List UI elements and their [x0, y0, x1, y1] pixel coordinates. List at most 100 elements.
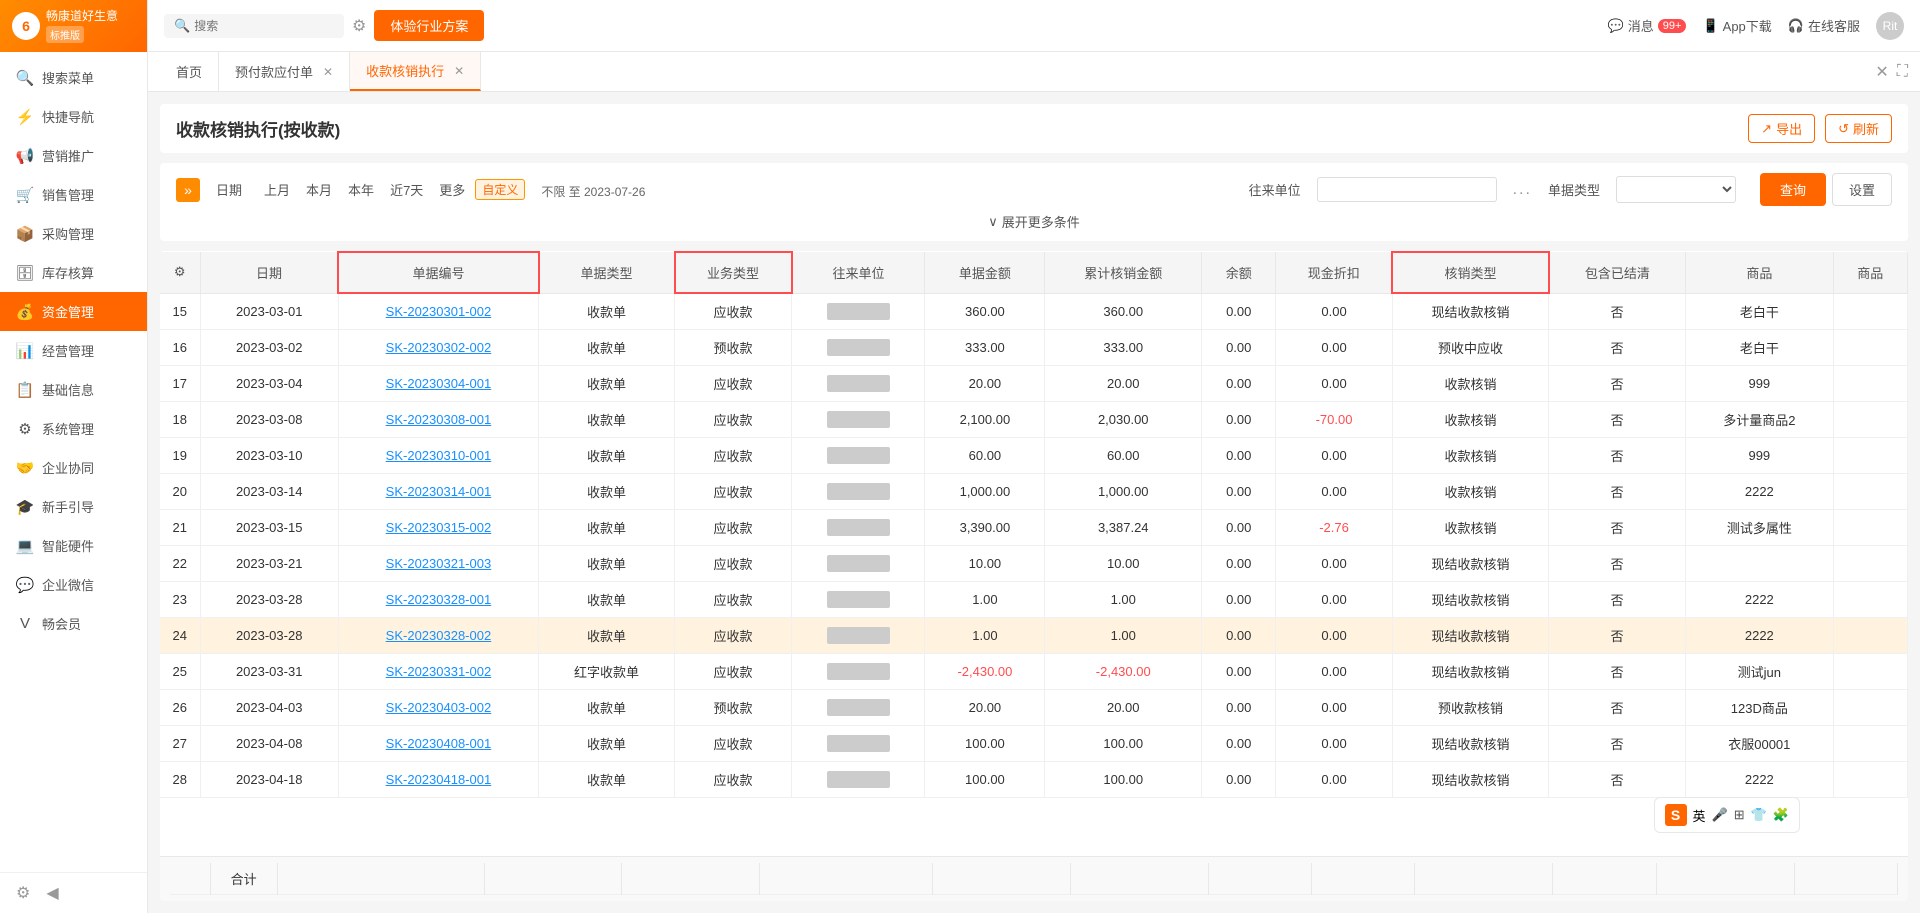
settings-button[interactable]: 设置	[1832, 173, 1892, 206]
col-voucher-no-val[interactable]: SK-20230302-002	[338, 330, 538, 366]
sidebar-item-guide[interactable]: 🎓新手引导	[0, 487, 147, 526]
col-voucher-no-val[interactable]: SK-20230304-001	[338, 366, 538, 402]
col-no: 23	[160, 582, 200, 618]
sidebar-item-operations[interactable]: 📊经营管理	[0, 331, 147, 370]
sidebar-item-finance[interactable]: 💰资金管理	[0, 292, 147, 331]
col-include-settled-val: 否	[1549, 654, 1686, 690]
user-avatar[interactable]: Rit	[1876, 12, 1904, 40]
col-counterpart-val: ██████	[792, 402, 925, 438]
sidebar-item-purchase[interactable]: 📦采购管理	[0, 214, 147, 253]
tab-expand-icon[interactable]: ⛶	[1897, 63, 1908, 81]
col-voucher-no-val[interactable]: SK-20230328-002	[338, 618, 538, 654]
sidebar-item-inventory[interactable]: 🗄库存核算	[0, 253, 147, 292]
col-voucher-type-val: 收款单	[539, 438, 675, 474]
col-cumulative-val: 360.00	[1045, 293, 1202, 330]
col-cumulative-val: 333.00	[1045, 330, 1202, 366]
col-include-settled-val: 否	[1549, 402, 1686, 438]
voucher-type-select[interactable]	[1616, 176, 1736, 203]
sidebar-item-enterprise[interactable]: 🤝企业协同	[0, 448, 147, 487]
settings-footer-icon[interactable]: ⚙	[16, 883, 30, 903]
table-wrapper[interactable]: ⚙ 日期 单据编号 单据类型 业务类型 往来单位 单据金额 累计核销金额 余额 …	[160, 251, 1908, 856]
date-buttons: 上月 本月 本年 近7天 更多 自定义	[258, 178, 525, 201]
col-goods2: 商品	[1833, 252, 1907, 293]
col-amount-val: 1,000.00	[925, 474, 1045, 510]
col-voucher-no-val[interactable]: SK-20230321-003	[338, 546, 538, 582]
col-voucher-type-val: 收款单	[539, 293, 675, 330]
online-service-item[interactable]: 🎧 在线客服	[1788, 16, 1860, 35]
expand-more-button[interactable]: ∨ 展开更多条件	[988, 212, 1080, 231]
sidebar-item-sales[interactable]: 🛒销售管理	[0, 175, 147, 214]
sidebar-item-wechat[interactable]: 💬企业微信	[0, 565, 147, 604]
table-row: 23 2023-03-28 SK-20230328-001 收款单 应收款 ██…	[160, 582, 1908, 618]
col-include-settled: 包含已结清	[1549, 252, 1686, 293]
table-footer: 合计	[160, 856, 1908, 901]
col-voucher-no-val[interactable]: SK-20230331-002	[338, 654, 538, 690]
col-amount-val: 1.00	[925, 582, 1045, 618]
sidebar-item-hardware[interactable]: 💻智能硬件	[0, 526, 147, 565]
sidebar-item-marketing[interactable]: 📢营销推广	[0, 136, 147, 175]
tab-home[interactable]: 首页	[160, 52, 219, 91]
sidebar-item-basics[interactable]: 📋基础信息	[0, 370, 147, 409]
col-voucher-no-val[interactable]: SK-20230314-001	[338, 474, 538, 510]
col-voucher-no-val[interactable]: SK-20230310-001	[338, 438, 538, 474]
col-goods1-val: 衣服00001	[1686, 726, 1833, 762]
col-balance-val: 0.00	[1202, 293, 1276, 330]
export-button[interactable]: ↗ 导出	[1748, 114, 1815, 143]
col-voucher-no-val[interactable]: SK-20230308-001	[338, 402, 538, 438]
col-voucher-no-val[interactable]: SK-20230315-002	[338, 510, 538, 546]
col-voucher-no-val[interactable]: SK-20230408-001	[338, 726, 538, 762]
col-voucher-type-val: 收款单	[539, 618, 675, 654]
date-7days[interactable]: 近7天	[384, 178, 429, 201]
marketing-icon: 📢	[16, 147, 34, 165]
col-voucher-no-val[interactable]: SK-20230301-002	[338, 293, 538, 330]
col-date-val: 2023-03-08	[200, 402, 338, 438]
col-cumulative-val: 20.00	[1045, 366, 1202, 402]
messages-item[interactable]: 💬 消息 99+	[1608, 16, 1687, 35]
topbar-search-input[interactable]	[194, 19, 324, 33]
date-this-month[interactable]: 本月	[300, 178, 338, 201]
filter-expand-button[interactable]: »	[176, 178, 200, 202]
col-biz-type-val: 应收款	[675, 474, 792, 510]
grid-icon[interactable]: ⊞	[1734, 807, 1745, 823]
topbar-left: 🔍 ⚙ 体验行业方案	[164, 10, 1596, 41]
counterpart-dots[interactable]: ...	[1513, 181, 1532, 199]
col-balance-val: 0.00	[1202, 654, 1276, 690]
mic-icon[interactable]: 🎤	[1712, 807, 1728, 823]
col-voucher-type-val: 红字收款单	[539, 654, 675, 690]
sidebar-item-member[interactable]: V畅会员	[0, 604, 147, 643]
col-date-val: 2023-03-01	[200, 293, 338, 330]
tab-close-all-icon[interactable]: ✕	[1875, 62, 1888, 82]
col-voucher-type-val: 收款单	[539, 330, 675, 366]
logo-icon: 6	[12, 12, 40, 40]
tab-collection-close-icon[interactable]: ✕	[454, 64, 464, 78]
sidebar-item-search[interactable]: 🔍搜索菜单	[0, 58, 147, 97]
topbar-gear-icon[interactable]: ⚙	[352, 16, 366, 36]
sidebar-item-system[interactable]: ⚙系统管理	[0, 409, 147, 448]
col-cumulative-val: 1.00	[1045, 582, 1202, 618]
col-biz-type-val: 应收款	[675, 726, 792, 762]
sidebar-item-quick[interactable]: ⚡快捷导航	[0, 97, 147, 136]
col-no: 21	[160, 510, 200, 546]
col-settings[interactable]: ⚙	[160, 252, 200, 293]
col-date-val: 2023-03-31	[200, 654, 338, 690]
tab-collection[interactable]: 收款核销执行 ✕	[350, 52, 481, 91]
solution-button[interactable]: 体验行业方案	[374, 10, 484, 41]
col-voucher-no-val[interactable]: SK-20230403-002	[338, 690, 538, 726]
collapse-icon[interactable]: ◀	[46, 883, 58, 903]
tab-prepay-close-icon[interactable]: ✕	[323, 65, 333, 79]
app-download-item[interactable]: 📱 App下载	[1702, 16, 1771, 35]
query-button[interactable]: 查询	[1760, 173, 1826, 206]
counterpart-input[interactable]	[1317, 177, 1497, 202]
tab-prepay[interactable]: 预付款应付单 ✕	[219, 52, 350, 91]
col-voucher-no-val[interactable]: SK-20230328-001	[338, 582, 538, 618]
col-voucher-no-val[interactable]: SK-20230418-001	[338, 762, 538, 798]
date-more[interactable]: 更多	[433, 178, 471, 201]
date-this-year[interactable]: 本年	[342, 178, 380, 201]
date-last-month[interactable]: 上月	[258, 178, 296, 201]
date-custom-badge[interactable]: 自定义	[475, 179, 525, 200]
topbar-search-box[interactable]: 🔍	[164, 14, 344, 38]
shirt-icon[interactable]: 👕	[1751, 807, 1767, 823]
refresh-button[interactable]: ↺ 刷新	[1825, 114, 1892, 143]
puzzle-icon[interactable]: 🧩	[1773, 807, 1789, 823]
col-cash-discount-val: 0.00	[1276, 726, 1392, 762]
